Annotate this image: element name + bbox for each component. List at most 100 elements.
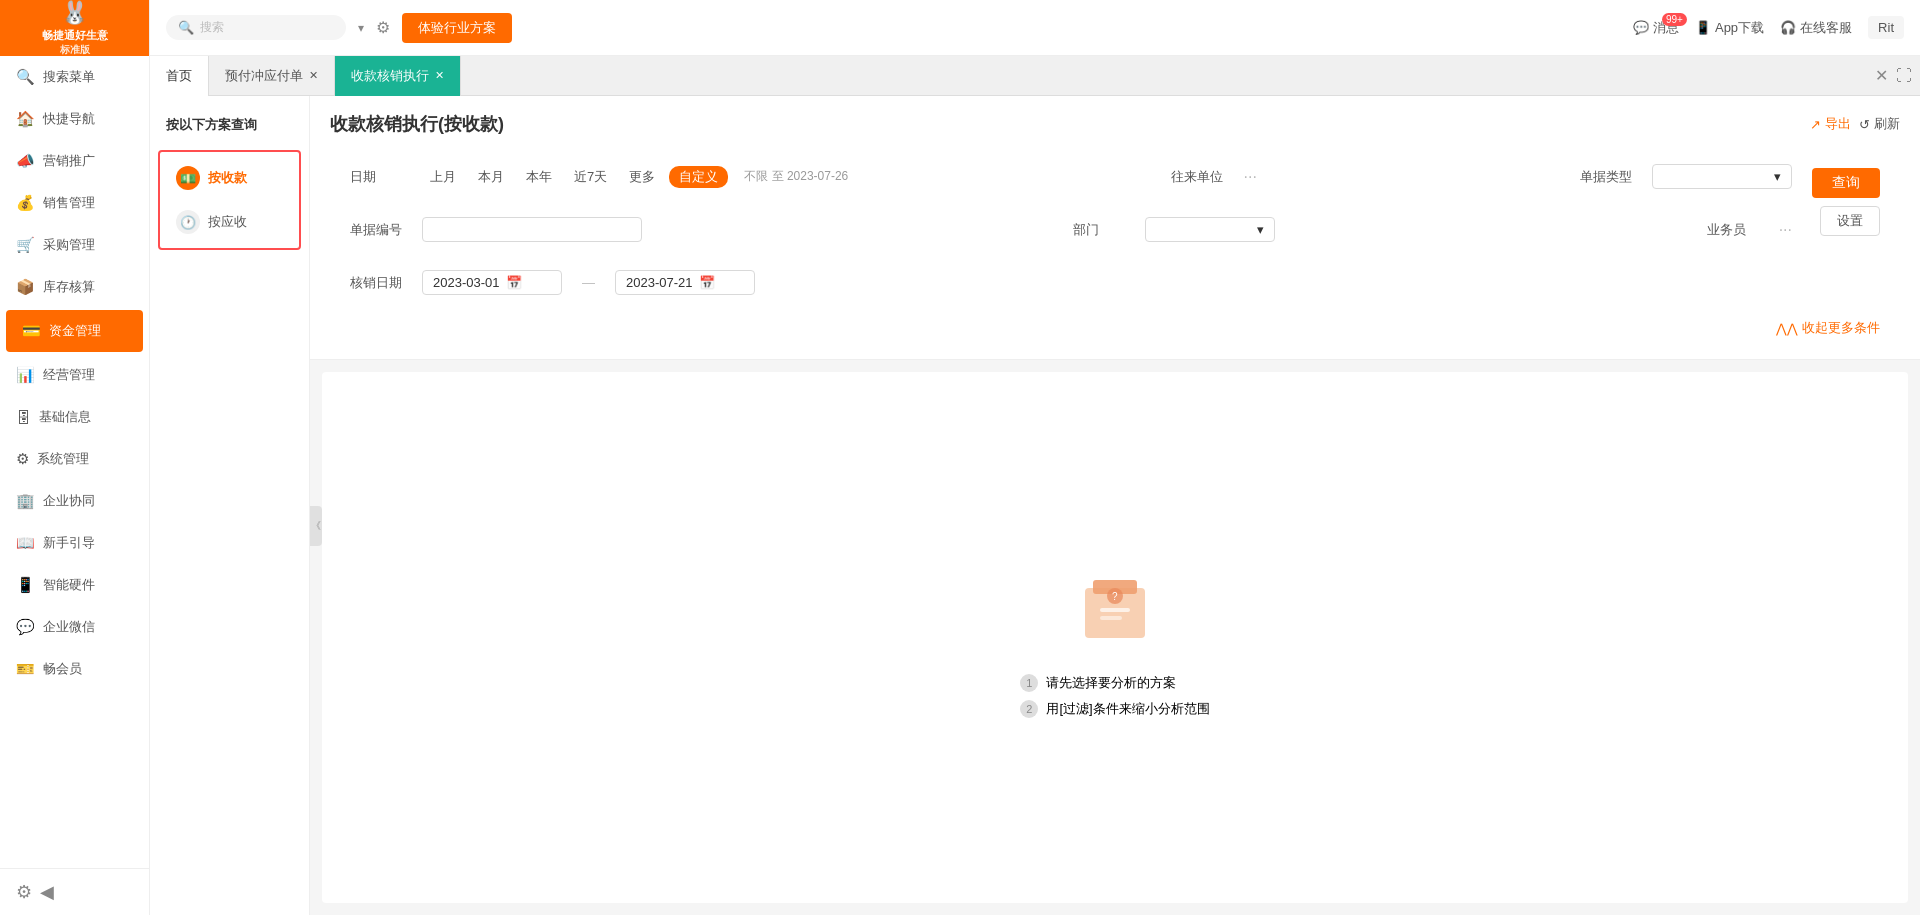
message-icon: 💬 <box>1633 20 1649 35</box>
sidebar-nav: 🔍 搜索菜单 🏠 快捷导航 📣 营销推广 💰 销售管理 🛒 采购管理 📦 库存核… <box>0 56 149 868</box>
marketing-icon: 📣 <box>16 152 35 170</box>
left-panel-title: 按以下方案查询 <box>150 108 309 142</box>
sidebar-item-label: 营销推广 <box>43 152 95 170</box>
sidebar-item-label: 搜索菜单 <box>43 68 95 86</box>
sidebar-item-finance[interactable]: 💳 资金管理 <box>6 310 143 352</box>
main-area: 🔍 搜索 ▾ ⚙ 体验行业方案 💬 消息 99+ 📱 App下载 🎧 在线客服 … <box>150 0 1920 915</box>
tab-prepay-close-icon[interactable]: ✕ <box>309 69 318 82</box>
sidebar-logo: 🐰 畅捷通好生意 标准版 <box>0 0 149 56</box>
counterpart-input[interactable]: ··· <box>1243 168 1256 186</box>
svg-text:?: ? <box>1112 591 1118 602</box>
tab-home-label: 首页 <box>166 67 192 85</box>
tab-prepay[interactable]: 预付冲应付单 ✕ <box>209 56 335 96</box>
sidebar-item-hardware[interactable]: 📱 智能硬件 <box>0 564 149 606</box>
hardware-icon: 📱 <box>16 576 35 594</box>
btn-custom[interactable]: 自定义 <box>669 166 728 188</box>
left-panel: 按以下方案查询 💵 按收款 🕐 按应收 <box>150 96 310 915</box>
sidebar-item-label: 快捷导航 <box>43 110 95 128</box>
sidebar-item-basic-info[interactable]: 🗄 基础信息 <box>0 396 149 438</box>
dept-select[interactable]: ▾ <box>1145 217 1275 242</box>
page-actions: ↗ 导出 ↺ 刷新 <box>1810 115 1900 133</box>
panel-collapse-toggle[interactable]: 《 <box>310 506 322 546</box>
purchase-icon: 🛒 <box>16 236 35 254</box>
btn-this-month[interactable]: 本月 <box>470 166 512 188</box>
guide-icon: 📖 <box>16 534 35 552</box>
btn-prev-month[interactable]: 上月 <box>422 166 464 188</box>
topbar: 🔍 搜索 ▾ ⚙ 体验行业方案 💬 消息 99+ 📱 App下载 🎧 在线客服 … <box>150 0 1920 56</box>
sidebar-item-sales[interactable]: 💰 销售管理 <box>0 182 149 224</box>
sidebar-collapse-btn[interactable]: ◀ <box>40 881 54 903</box>
sidebar-item-business[interactable]: 📊 经营管理 <box>0 354 149 396</box>
doc-num-input[interactable] <box>422 217 642 242</box>
tab-expand-btn[interactable]: ⛶ <box>1896 67 1912 85</box>
sidebar-item-label: 畅会员 <box>43 660 82 678</box>
topbar-search-box[interactable]: 🔍 搜索 <box>166 15 346 40</box>
empty-illustration: ? <box>1065 558 1165 658</box>
sidebar-item-label: 库存核算 <box>43 278 95 296</box>
refresh-button[interactable]: ↺ 刷新 <box>1859 115 1900 133</box>
app-download-action[interactable]: 📱 App下载 <box>1695 19 1764 37</box>
export-icon: ↗ <box>1810 117 1821 132</box>
export-button[interactable]: ↗ 导出 <box>1810 115 1851 133</box>
left-panel-container: 按以下方案查询 💵 按收款 🕐 按应收 《 <box>150 96 310 915</box>
sidebar-item-member[interactable]: 🎫 畅会员 <box>0 648 149 690</box>
doc-type-select[interactable]: ▾ <box>1652 164 1792 189</box>
query-option-receivable-label: 按应收 <box>208 213 247 231</box>
query-option-by-receivable[interactable]: 🕐 按应收 <box>160 200 299 244</box>
tab-home[interactable]: 首页 <box>150 56 209 96</box>
sidebar-item-system[interactable]: ⚙ 系统管理 <box>0 438 149 480</box>
verify-date-start-input[interactable]: 2023-03-01 📅 <box>422 270 562 295</box>
sidebar-item-purchase[interactable]: 🛒 采购管理 <box>0 224 149 266</box>
dept-chevron-icon: ▾ <box>1257 222 1264 237</box>
tab-collection[interactable]: 收款核销执行 ✕ <box>335 56 461 96</box>
sidebar-item-guide[interactable]: 📖 新手引导 <box>0 522 149 564</box>
btn-7days[interactable]: 近7天 <box>566 166 615 188</box>
query-button[interactable]: 查询 <box>1812 168 1880 198</box>
sidebar-item-enterprise[interactable]: 🏢 企业协同 <box>0 480 149 522</box>
system-icon: ⚙ <box>16 450 29 468</box>
filter-verify-date-row: 核销日期 2023-03-01 📅 — 2023-07-21 📅 <box>350 270 1792 295</box>
user-name: Rit <box>1878 20 1894 35</box>
sidebar-item-marketing[interactable]: 📣 营销推广 <box>0 140 149 182</box>
calendar-icon: 📅 <box>506 275 522 290</box>
tip-text-2: 用[过滤]条件来缩小分析范围 <box>1046 700 1209 718</box>
query-option-by-receipt[interactable]: 💵 按收款 <box>160 156 299 200</box>
sidebar-item-quick-nav[interactable]: 🏠 快捷导航 <box>0 98 149 140</box>
verify-date-end-input[interactable]: 2023-07-21 📅 <box>615 270 755 295</box>
member-icon: 🎫 <box>16 660 35 678</box>
sidebar-item-label: 企业协同 <box>43 492 95 510</box>
tab-collection-close-icon[interactable]: ✕ <box>435 69 444 82</box>
svg-rect-2 <box>1100 608 1130 612</box>
btn-more[interactable]: 更多 <box>621 166 663 188</box>
service-icon: 🎧 <box>1780 20 1796 35</box>
user-account[interactable]: Rit <box>1868 16 1904 39</box>
sidebar-item-weixin[interactable]: 💬 企业微信 <box>0 606 149 648</box>
filter-date-row: 日期 上月 本月 本年 近7天 更多 自定义 不限 至 2023-07-26 <box>350 164 1792 189</box>
industry-solution-button[interactable]: 体验行业方案 <box>402 13 512 43</box>
verify-date-end-value: 2023-07-21 <box>626 275 693 290</box>
weixin-icon: 💬 <box>16 618 35 636</box>
sidebar: 🐰 畅捷通好生意 标准版 🔍 搜索菜单 🏠 快捷导航 📣 营销推广 💰 销售管理… <box>0 0 150 915</box>
topbar-gear-icon[interactable]: ⚙ <box>376 18 390 37</box>
online-service-action[interactable]: 🎧 在线客服 <box>1780 19 1852 37</box>
calendar-end-icon: 📅 <box>699 275 715 290</box>
collapse-more-btn[interactable]: ⋀⋀ 收起更多条件 <box>1776 313 1880 343</box>
inventory-icon: 📦 <box>16 278 35 296</box>
staff-input[interactable]: ··· <box>1779 221 1792 239</box>
tab-close-btn[interactable]: ✕ <box>1875 66 1888 85</box>
sales-icon: 💰 <box>16 194 35 212</box>
right-content: 收款核销执行(按收款) ↗ 导出 ↺ 刷新 <box>310 96 1920 915</box>
btn-this-year[interactable]: 本年 <box>518 166 560 188</box>
sidebar-item-inventory[interactable]: 📦 库存核算 <box>0 266 149 308</box>
setting-button[interactable]: 设置 <box>1820 206 1880 236</box>
message-action[interactable]: 💬 消息 99+ <box>1633 19 1679 37</box>
date-buttons-group: 上月 本月 本年 近7天 更多 自定义 <box>422 166 728 188</box>
sidebar-item-search-menu[interactable]: 🔍 搜索菜单 <box>0 56 149 98</box>
message-badge: 99+ <box>1662 13 1687 26</box>
tab-collection-label: 收款核销执行 <box>351 67 429 85</box>
sidebar-settings-btn[interactable]: ⚙ <box>16 881 32 903</box>
sidebar-item-label: 销售管理 <box>43 194 95 212</box>
filter-actions: 查询 设置 <box>1812 164 1880 236</box>
search-icon: 🔍 <box>178 20 194 35</box>
topbar-chevron-icon[interactable]: ▾ <box>358 21 364 35</box>
